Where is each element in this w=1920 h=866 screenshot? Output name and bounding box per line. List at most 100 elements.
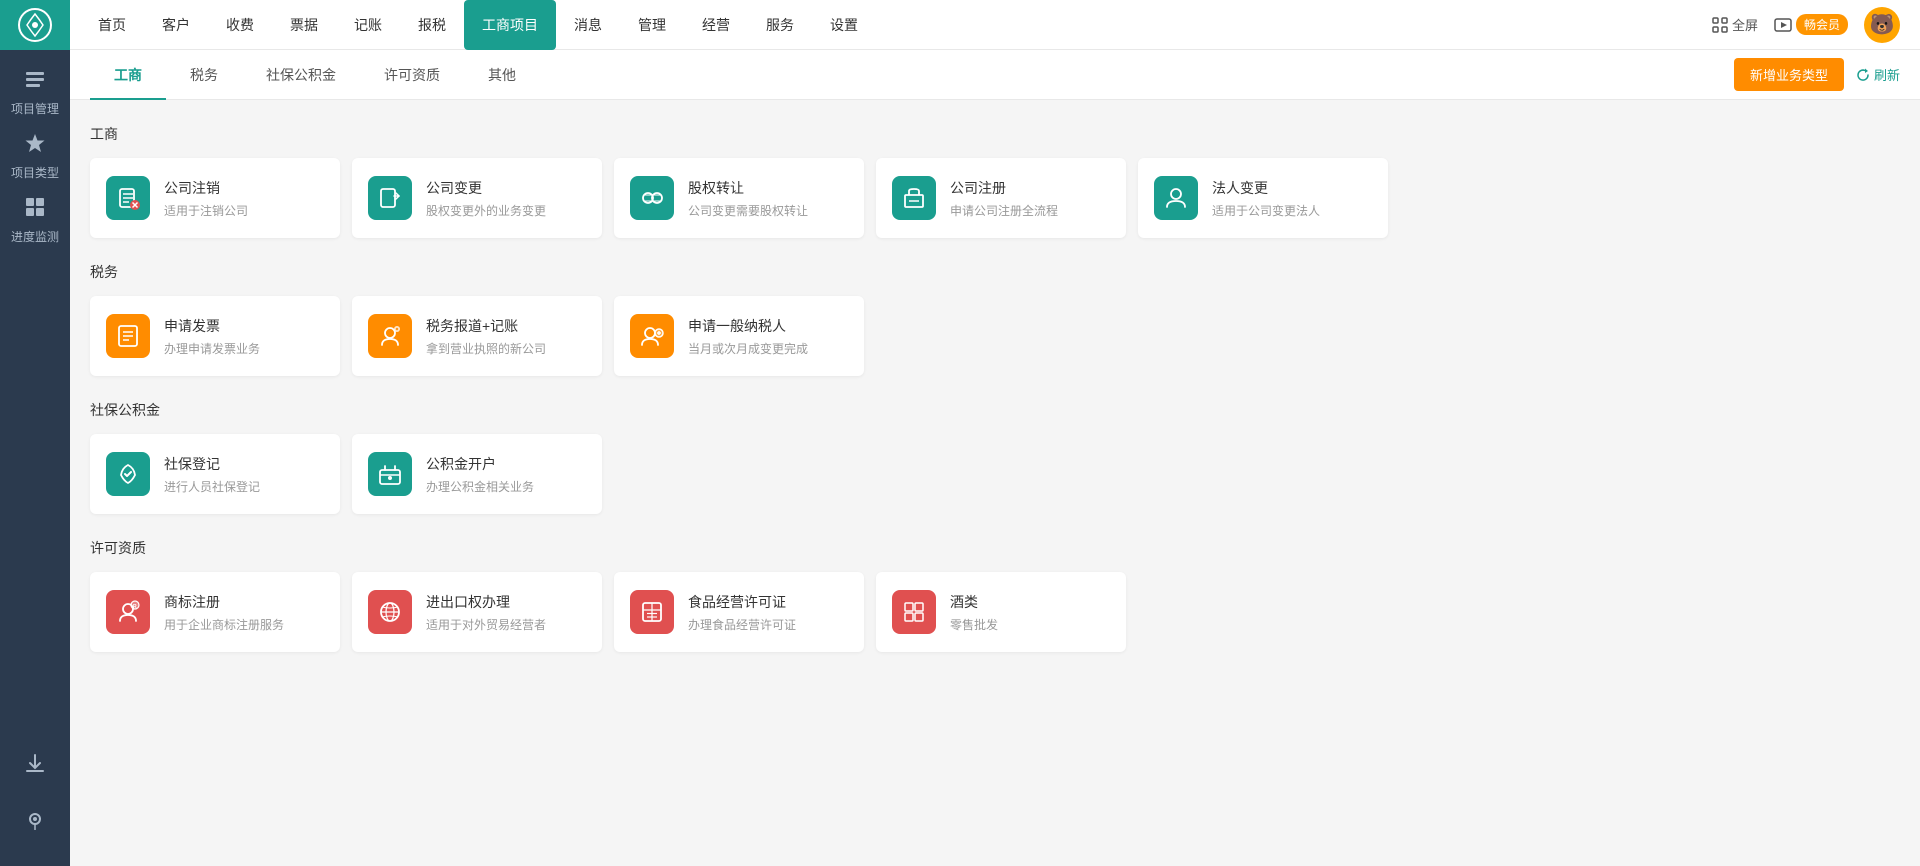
nav-home[interactable]: 首页 <box>80 0 144 50</box>
card-equity-transfer[interactable]: 股权转让 公司变更需要股权转让 <box>614 158 864 238</box>
logo-area[interactable] <box>0 0 70 50</box>
tab-bar: 工商 税务 社保公积金 许可资质 其他 新增业务类型 刷新 <box>70 50 1920 100</box>
sidebar-bottom <box>0 738 70 866</box>
provident-fund-icon <box>368 452 412 496</box>
section-title-shuiwu: 税务 <box>90 262 1900 282</box>
social-insurance-icon <box>106 452 150 496</box>
invoice-icon <box>106 314 150 358</box>
invoice-text: 申请发票 办理申请发票业务 <box>164 316 260 357</box>
nav-ticket[interactable]: 票据 <box>272 0 336 50</box>
provident-fund-title: 公积金开户 <box>426 454 534 474</box>
card-trademark[interactable]: R 商标注册 用于企业商标注册服务 <box>90 572 340 652</box>
equity-transfer-icon <box>630 176 674 220</box>
nav-items: 首页 客户 收费 票据 记账 报税 工商项目 消息 管理 经营 服务 设置 <box>70 0 1712 50</box>
avatar[interactable]: 🐻 <box>1864 7 1900 43</box>
card-company-cancel[interactable]: 公司注销 适用于注销公司 <box>90 158 340 238</box>
company-register-desc: 申请公司注册全流程 <box>950 202 1058 219</box>
main-scroll-content[interactable]: 工商 公司注销 <box>70 100 1920 866</box>
card-company-register[interactable]: 公司注册 申请公司注册全流程 <box>876 158 1126 238</box>
card-food-license[interactable]: 食品经营许可证 办理食品经营许可证 <box>614 572 864 652</box>
download-icon <box>24 752 46 774</box>
section-title-xuke: 许可资质 <box>90 538 1900 558</box>
company-cancel-desc: 适用于注销公司 <box>164 202 248 219</box>
food-license-icon <box>630 590 674 634</box>
sidebar-download[interactable] <box>0 738 70 788</box>
card-alcohol[interactable]: 酒类 零售批发 <box>876 572 1126 652</box>
legal-person-change-text: 法人变更 适用于公司变更法人 <box>1212 178 1320 219</box>
food-license-text: 食品经营许可证 办理食品经营许可证 <box>688 592 796 633</box>
legal-person-change-desc: 适用于公司变更法人 <box>1212 202 1320 219</box>
tab-shebao[interactable]: 社保公积金 <box>242 50 360 100</box>
fullscreen-button[interactable]: 全屏 <box>1712 15 1758 34</box>
card-invoice[interactable]: 申请发票 办理申请发票业务 <box>90 296 340 376</box>
add-business-type-button[interactable]: 新增业务类型 <box>1734 58 1844 91</box>
nav-settings[interactable]: 设置 <box>812 0 876 50</box>
trademark-title: 商标注册 <box>164 592 284 612</box>
shuiwu-cards: 申请发票 办理申请发票业务 <box>90 296 1900 376</box>
company-register-icon <box>892 176 936 220</box>
nav-manage[interactable]: 管理 <box>620 0 684 50</box>
general-taxpayer-title: 申请一般纳税人 <box>688 316 808 336</box>
refresh-button[interactable]: 刷新 <box>1856 65 1900 84</box>
import-export-text: 进出口权办理 适用于对外贸易经营者 <box>426 592 546 633</box>
tab-other[interactable]: 其他 <box>464 50 540 100</box>
card-legal-person-change[interactable]: 法人变更 适用于公司变更法人 <box>1138 158 1388 238</box>
company-change-title: 公司变更 <box>426 178 546 198</box>
invoice-title: 申请发票 <box>164 316 260 336</box>
nav-business[interactable]: 工商项目 <box>464 0 556 50</box>
social-insurance-text: 社保登记 进行人员社保登记 <box>164 454 260 495</box>
alcohol-icon <box>892 590 936 634</box>
refresh-label: 刷新 <box>1874 65 1900 84</box>
nav-fee[interactable]: 收费 <box>208 0 272 50</box>
import-export-title: 进出口权办理 <box>426 592 546 612</box>
tax-report-desc: 拿到营业执照的新公司 <box>426 340 546 357</box>
nav-accounting[interactable]: 记账 <box>336 0 400 50</box>
equity-transfer-title: 股权转让 <box>688 178 808 198</box>
card-company-change[interactable]: 公司变更 股权变更外的业务变更 <box>352 158 602 238</box>
card-general-taxpayer[interactable]: 申请一般纳税人 当月或次月成变更完成 <box>614 296 864 376</box>
nav-message[interactable]: 消息 <box>556 0 620 50</box>
company-cancel-title: 公司注销 <box>164 178 248 198</box>
nav-service[interactable]: 服务 <box>748 0 812 50</box>
tax-report-title: 税务报道+记账 <box>426 316 546 336</box>
section-title-shebao: 社保公积金 <box>90 400 1900 420</box>
import-export-desc: 适用于对外贸易经营者 <box>426 616 546 633</box>
trademark-desc: 用于企业商标注册服务 <box>164 616 284 633</box>
nav-right: 全屏 畅会员 🐻 <box>1712 7 1920 43</box>
tab-gongshang[interactable]: 工商 <box>90 50 166 100</box>
section-title-gongshang: 工商 <box>90 124 1900 144</box>
general-taxpayer-desc: 当月或次月成变更完成 <box>688 340 808 357</box>
company-cancel-icon <box>106 176 150 220</box>
sidebar-label-progress: 进度监测 <box>11 228 59 245</box>
equity-transfer-text: 股权转让 公司变更需要股权转让 <box>688 178 808 219</box>
location-icon <box>24 810 46 832</box>
nav-operate[interactable]: 经营 <box>684 0 748 50</box>
social-insurance-title: 社保登记 <box>164 454 260 474</box>
nav-customer[interactable]: 客户 <box>144 0 208 50</box>
sidebar-location[interactable] <box>0 796 70 846</box>
card-social-insurance[interactable]: 社保登记 进行人员社保登记 <box>90 434 340 514</box>
sidebar-item-progress[interactable]: 进度监测 <box>0 188 70 252</box>
legal-person-change-icon <box>1154 176 1198 220</box>
list-icon <box>24 68 46 96</box>
alcohol-desc: 零售批发 <box>950 616 998 633</box>
tab-right-actions: 新增业务类型 刷新 <box>1734 58 1900 91</box>
company-change-text: 公司变更 股权变更外的业务变更 <box>426 178 546 219</box>
card-provident-fund[interactable]: 公积金开户 办理公积金相关业务 <box>352 434 602 514</box>
card-import-export[interactable]: 进出口权办理 适用于对外贸易经营者 <box>352 572 602 652</box>
grid-icon <box>24 196 46 224</box>
sidebar-item-project-type[interactable]: 项目类型 <box>0 124 70 188</box>
nav-tax[interactable]: 报税 <box>400 0 464 50</box>
sidebar-label-project-manage: 项目管理 <box>11 100 59 117</box>
tab-shuiwu[interactable]: 税务 <box>166 50 242 100</box>
food-license-desc: 办理食品经营许可证 <box>688 616 796 633</box>
member-button[interactable]: 畅会员 <box>1774 14 1848 35</box>
main-layout: 项目管理 项目类型 进度监测 <box>0 50 1920 866</box>
svg-text:R: R <box>133 604 137 610</box>
card-tax-report[interactable]: 税务报道+记账 拿到营业执照的新公司 <box>352 296 602 376</box>
content-area: 工商 税务 社保公积金 许可资质 其他 新增业务类型 刷新 工商 <box>70 50 1920 866</box>
sidebar-item-project-manage[interactable]: 项目管理 <box>0 60 70 124</box>
fullscreen-icon <box>1712 17 1728 33</box>
gongshang-cards: 公司注销 适用于注销公司 公司变更 股权变更外的业务变更 <box>90 158 1900 238</box>
tab-xuke[interactable]: 许可资质 <box>360 50 464 100</box>
